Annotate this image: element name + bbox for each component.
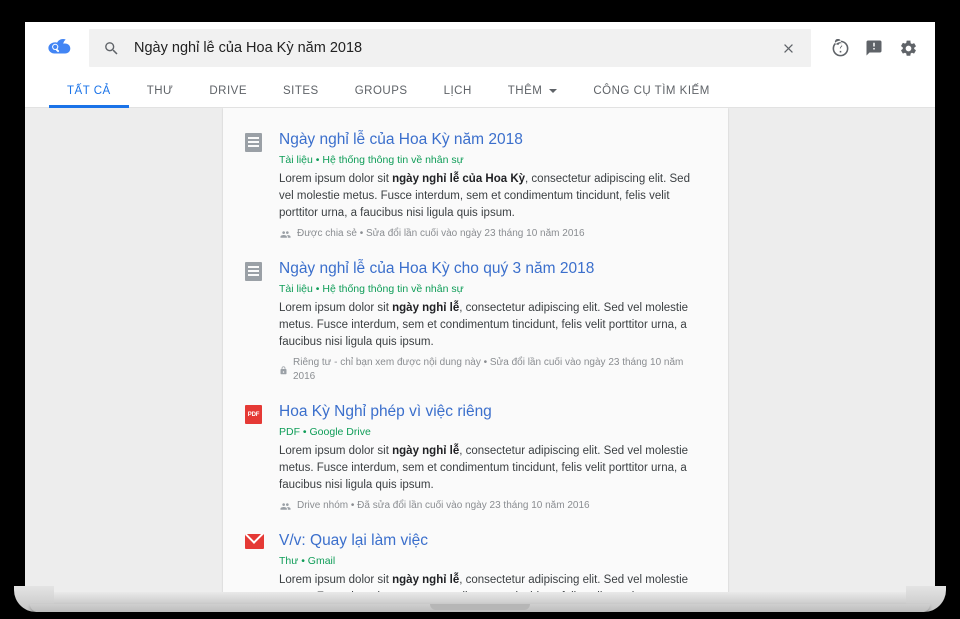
tab-sites[interactable]: SITES: [265, 74, 337, 107]
tab-thêm[interactable]: THÊM: [490, 74, 576, 107]
snippet-pre: Lorem ipsum dolor sit: [279, 173, 393, 185]
snippet-pre: Lorem ipsum dolor sit: [279, 445, 393, 457]
snippet-highlight: ngày nghỉ lễ: [392, 574, 460, 586]
result-meta-text: Được chia sẻ • Sửa đổi lần cuối vào ngày…: [297, 228, 585, 239]
tab-công-cụ-tìm-kiếm[interactable]: CÔNG CỤ TÌM KIẾM: [575, 74, 727, 107]
tab-label: DRIVE: [209, 84, 247, 97]
pdf-icon: PDF: [245, 405, 262, 424]
tab-label: SITES: [283, 84, 319, 97]
result-snippet: Lorem ipsum dolor sit ngày nghỉ lễ, cons…: [279, 443, 706, 494]
cloud-search-logo[interactable]: [39, 28, 79, 68]
tab-groups[interactable]: GROUPS: [337, 74, 426, 107]
feedback-icon[interactable]: [857, 31, 891, 65]
result-title[interactable]: Ngày nghỉ lễ của Hoa Kỳ cho quý 3 năm 20…: [279, 259, 706, 279]
result-body: Ngày nghỉ lễ của Hoa Kỳ năm 2018 Tài liệu…: [279, 130, 706, 241]
search-result[interactable]: Ngày nghỉ lễ của Hoa Kỳ cho quý 3 năm 20…: [223, 251, 728, 394]
snippet-pre: Lorem ipsum dolor sit: [279, 574, 393, 586]
tab-label: THÊM: [507, 84, 543, 97]
tab-label: GROUPS: [354, 84, 408, 97]
search-result[interactable]: Ngày nghỉ lễ của Hoa Kỳ năm 2018 Tài liệu…: [223, 122, 728, 251]
tab-drive[interactable]: DRIVE: [191, 74, 265, 107]
result-snippet: Lorem ipsum dolor sit ngày nghỉ lễ, cons…: [279, 300, 706, 351]
snippet-highlight: ngày nghỉ lễ của Hoa Kỳ: [392, 173, 526, 185]
chevron-down-icon: [549, 88, 558, 93]
result-source: PDF • Google Drive: [279, 426, 371, 438]
screen: TẤT CẢ THƯ DRIVE SITES GROUPS LỊCH THÊM CÔNG CỤ…: [25, 22, 935, 592]
doc-icon: [245, 262, 262, 281]
tab-label: CÔNG CỤ TÌM KIẾM: [593, 84, 710, 97]
tab-lịch[interactable]: LỊCH: [426, 74, 490, 107]
result-meta: Được chia sẻ • Sửa đổi lần cuối vào ngày…: [279, 227, 706, 241]
result-meta-text: Drive nhóm • Đã sửa đổi lần cuối vào ngà…: [297, 500, 590, 511]
result-source: Thư • Gmail: [279, 555, 336, 567]
results-card: Ngày nghỉ lễ của Hoa Kỳ năm 2018 Tài liệu…: [223, 108, 728, 592]
result-body: Ngày nghỉ lễ của Hoa Kỳ cho quý 3 năm 20…: [279, 259, 706, 384]
search-box[interactable]: [89, 29, 811, 67]
settings-icon[interactable]: [891, 31, 925, 65]
tab-tất-cả[interactable]: TẤT CẢ: [49, 74, 129, 108]
result-file-icon: [245, 531, 279, 592]
lock-icon: [279, 365, 288, 376]
search-result[interactable]: V/v: Quay lại làm việc Thư • Gmail Lorem i…: [223, 523, 728, 592]
snippet-pre: Lorem ipsum dolor sit: [279, 302, 393, 314]
search-input[interactable]: [134, 40, 773, 56]
mail-icon: [245, 534, 264, 549]
result-file-icon: [245, 259, 279, 384]
tab-label: TẤT CẢ: [67, 84, 111, 97]
results-area: Ngày nghỉ lễ của Hoa Kỳ năm 2018 Tài liệu…: [25, 108, 935, 592]
people-shared-icon: [279, 229, 292, 240]
tab-thư[interactable]: THƯ: [129, 74, 192, 107]
result-meta-text: Riêng tư - chỉ bạn xem được nội dung này…: [293, 357, 684, 382]
result-snippet: Lorem ipsum dolor sit ngày nghỉ lễ, cons…: [279, 572, 706, 592]
result-file-icon: PDF: [245, 402, 279, 513]
result-source: Tài liệu • Hệ thống thông tin về nhân sự: [279, 283, 464, 295]
tab-label: THƯ: [146, 84, 174, 97]
deck-lip: [30, 604, 930, 612]
top-bar: [25, 22, 935, 74]
top-icon-group: [811, 31, 935, 65]
search-icon: [103, 40, 120, 57]
nav-tabs: TẤT CẢ THƯ DRIVE SITES GROUPS LỊCH THÊM CÔNG CỤ…: [25, 74, 935, 108]
help-icon[interactable]: [823, 31, 857, 65]
deck-notch: [430, 604, 530, 610]
result-title[interactable]: V/v: Quay lại làm việc: [279, 531, 706, 551]
result-body: Hoa Kỳ Nghỉ phép vì việc riêng PDF • Goog…: [279, 402, 706, 513]
clear-search-button[interactable]: [773, 33, 803, 63]
result-title[interactable]: Hoa Kỳ Nghỉ phép vì việc riêng: [279, 402, 706, 422]
doc-icon: [245, 133, 262, 152]
result-body: V/v: Quay lại làm việc Thư • Gmail Lorem i…: [279, 531, 706, 592]
snippet-highlight: ngày nghỉ lễ: [392, 302, 460, 314]
laptop-frame: TẤT CẢ THƯ DRIVE SITES GROUPS LỊCH THÊM CÔNG CỤ…: [0, 0, 960, 619]
result-title[interactable]: Ngày nghỉ lễ của Hoa Kỳ năm 2018: [279, 130, 706, 150]
deck-bar: [18, 592, 942, 606]
search-result[interactable]: PDF Hoa Kỳ Nghỉ phép vì việc riêng PDF • G…: [223, 394, 728, 523]
tab-label: LỊCH: [443, 84, 472, 97]
result-snippet: Lorem ipsum dolor sit ngày nghỉ lễ của H…: [279, 171, 706, 222]
result-meta: Riêng tư - chỉ bạn xem được nội dung này…: [279, 356, 706, 384]
people-shared-icon: [279, 501, 292, 512]
result-source: Tài liệu • Hệ thống thông tin về nhân sự: [279, 154, 464, 166]
snippet-highlight: ngày nghỉ lễ: [392, 445, 460, 457]
result-file-icon: [245, 130, 279, 241]
result-meta: Drive nhóm • Đã sửa đổi lần cuối vào ngà…: [279, 499, 706, 513]
